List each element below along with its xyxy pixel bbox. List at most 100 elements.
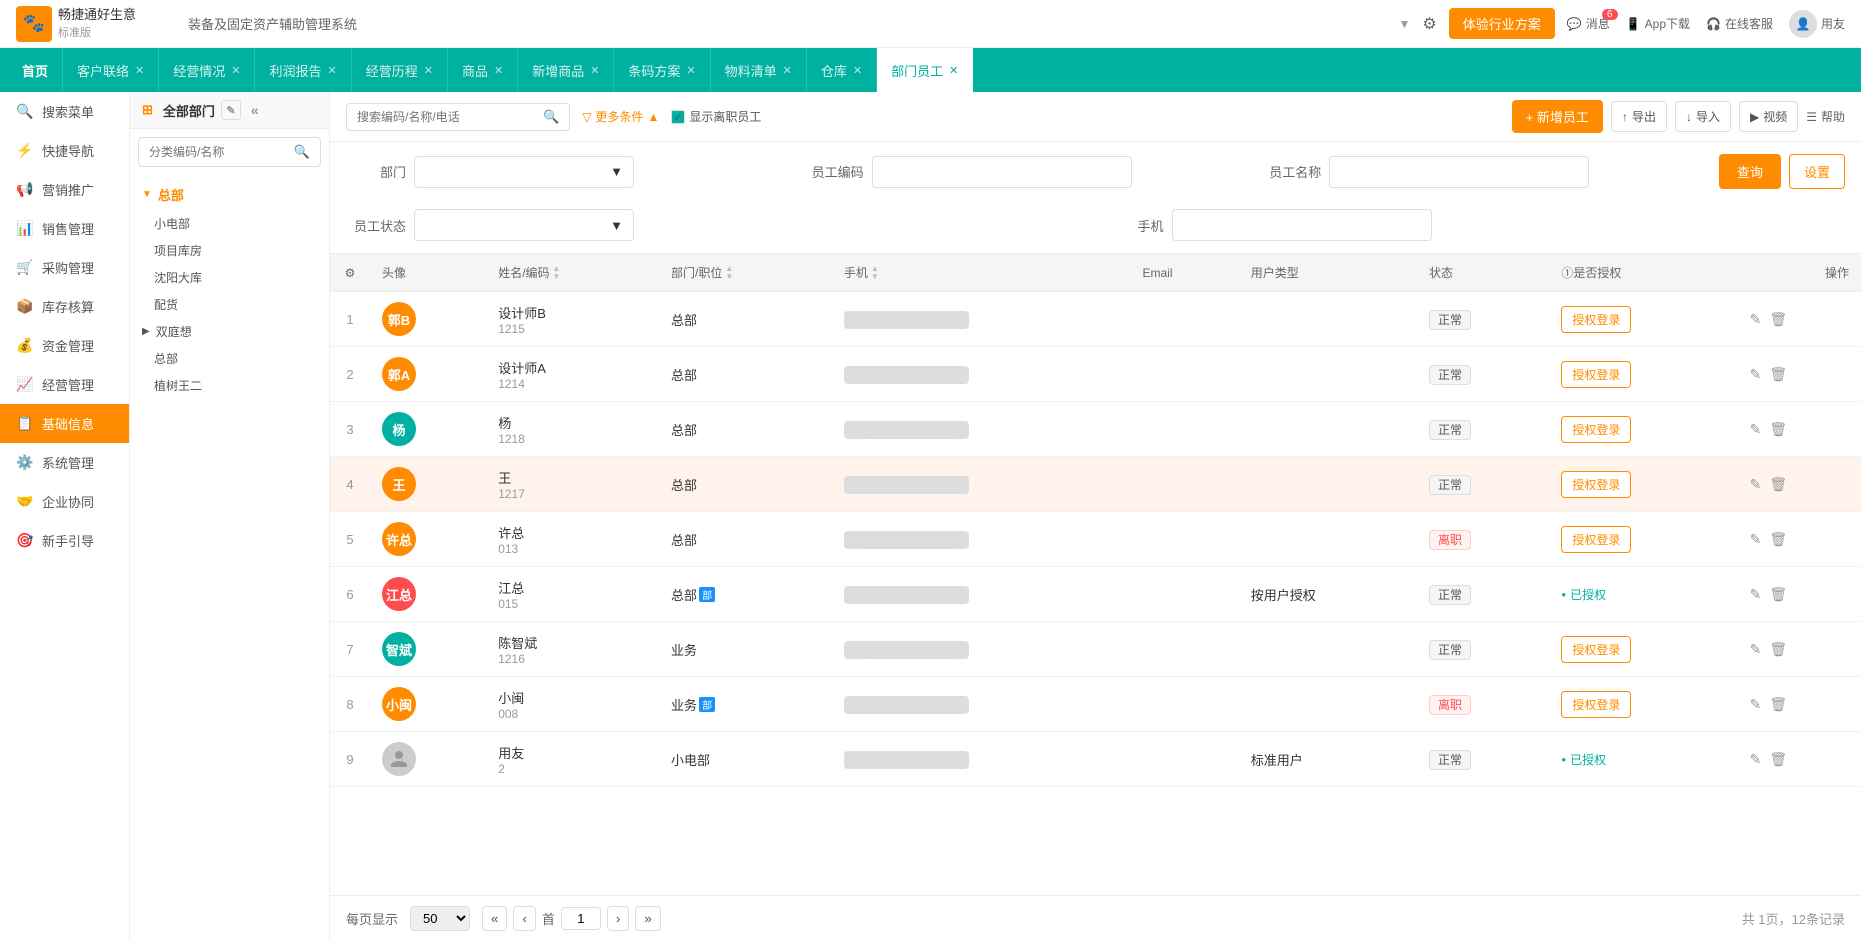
close-icon[interactable]: ✕: [424, 64, 433, 77]
sidebar-item-finance[interactable]: 💰 资金管理: [0, 326, 129, 365]
sidebar-item-guide[interactable]: 🎯 新手引导: [0, 521, 129, 560]
edit-dept-icon[interactable]: ✎: [221, 100, 241, 120]
close-icon[interactable]: ✕: [686, 64, 695, 77]
tab-warehouse[interactable]: 仓库 ✕: [807, 48, 877, 92]
query-button[interactable]: 查询: [1719, 154, 1781, 189]
authorize-button[interactable]: 授权登录: [1561, 471, 1631, 498]
dept-item-xiaodian[interactable]: 小电部: [130, 210, 329, 237]
filter-input-phone[interactable]: [1172, 209, 1432, 241]
sidebar-item-sales[interactable]: 📊 销售管理: [0, 209, 129, 248]
close-icon[interactable]: ✕: [494, 64, 503, 77]
edit-icon[interactable]: ✎: [1750, 751, 1762, 768]
delete-icon[interactable]: 🗑: [1769, 751, 1787, 768]
first-page-button[interactable]: «: [482, 906, 507, 931]
delete-icon[interactable]: 🗑: [1769, 421, 1787, 438]
delete-icon[interactable]: 🗑: [1769, 696, 1787, 713]
view-button[interactable]: ▶ 视频: [1739, 101, 1798, 132]
close-icon[interactable]: ✕: [328, 64, 337, 77]
tab-barcode[interactable]: 条码方案 ✕: [614, 48, 710, 92]
delete-icon[interactable]: 🗑: [1769, 311, 1787, 328]
filter-input-emp-name[interactable]: [1329, 156, 1589, 188]
authorize-button[interactable]: 授权登录: [1561, 636, 1631, 663]
close-icon[interactable]: ✕: [135, 64, 144, 77]
authorize-button[interactable]: 授权登录: [1561, 691, 1631, 718]
dept-item-zhishu[interactable]: 植树王二: [130, 372, 329, 399]
col-name[interactable]: 姓名/编码 ▲▼: [486, 254, 659, 292]
dept-item-project[interactable]: 项目库房: [130, 237, 329, 264]
edit-icon[interactable]: ✎: [1750, 476, 1762, 493]
page-number-input[interactable]: [561, 907, 601, 930]
import-button[interactable]: ↓ 导入: [1675, 101, 1731, 132]
authorize-button[interactable]: 授权登录: [1561, 526, 1631, 553]
close-icon[interactable]: ✕: [231, 64, 240, 77]
edit-icon[interactable]: ✎: [1750, 531, 1762, 548]
tab-goods[interactable]: 商品 ✕: [448, 48, 518, 92]
add-employee-button[interactable]: + 新增员工: [1512, 100, 1603, 133]
sidebar-item-inventory[interactable]: 📦 库存核算: [0, 287, 129, 326]
close-icon[interactable]: ✕: [590, 64, 599, 77]
authorize-button[interactable]: 授权登录: [1561, 306, 1631, 333]
dept-search-box[interactable]: 🔍: [138, 137, 321, 167]
prev-page-button[interactable]: ‹: [513, 906, 535, 931]
tab-add-goods[interactable]: 新增商品 ✕: [518, 48, 614, 92]
dept-item-zongbu2[interactable]: 总部: [130, 345, 329, 372]
filter-select-status[interactable]: ▼: [414, 209, 634, 241]
tab-customer[interactable]: 客户联络 ✕: [63, 48, 159, 92]
sidebar-item-marketing[interactable]: 📢 营销推广: [0, 170, 129, 209]
page-size-select[interactable]: 50 10 20 100: [410, 906, 470, 931]
delete-icon[interactable]: 🗑: [1769, 366, 1787, 383]
more-conditions-btn[interactable]: ▽ 更多条件 ▲: [582, 108, 659, 125]
search-input[interactable]: [357, 110, 537, 124]
close-icon[interactable]: ✕: [949, 64, 958, 77]
edit-icon[interactable]: ✎: [1750, 696, 1762, 713]
authorize-button[interactable]: 授权登录: [1561, 361, 1631, 388]
authorize-button[interactable]: 授权登录: [1561, 416, 1631, 443]
delete-icon[interactable]: 🗑: [1769, 531, 1787, 548]
sidebar-item-search[interactable]: 🔍 搜索菜单: [0, 92, 129, 131]
sidebar-item-system[interactable]: ⚙️ 系统管理: [0, 443, 129, 482]
edit-icon[interactable]: ✎: [1750, 641, 1762, 658]
edit-icon[interactable]: ✎: [1750, 421, 1762, 438]
column-settings[interactable]: ☰ 帮助: [1806, 108, 1845, 125]
try-btn[interactable]: 体验行业方案: [1449, 8, 1555, 39]
tab-profit[interactable]: 利润报告 ✕: [255, 48, 351, 92]
dept-parent-zongbu[interactable]: ▼ 总部: [130, 179, 329, 210]
close-icon[interactable]: ✕: [853, 64, 862, 77]
col-dept[interactable]: 部门/职位 ▲▼: [659, 254, 832, 292]
delete-icon[interactable]: 🗑: [1769, 476, 1787, 493]
last-page-button[interactable]: »: [635, 906, 660, 931]
sidebar-item-purchase[interactable]: 🛒 采购管理: [0, 248, 129, 287]
settings-icon[interactable]: ⚙: [1422, 14, 1436, 34]
delete-icon[interactable]: 🗑: [1769, 586, 1787, 603]
dept-item-peihuo[interactable]: 配货: [130, 291, 329, 318]
message-icon-item[interactable]: 💬 6 消息: [1567, 15, 1610, 32]
col-settings[interactable]: ⚙: [330, 254, 370, 292]
edit-icon[interactable]: ✎: [1750, 586, 1762, 603]
sidebar-item-basic[interactable]: 📋 基础信息: [0, 404, 129, 443]
export-button[interactable]: ↑ 导出: [1611, 101, 1667, 132]
sidebar-item-operation[interactable]: 📈 经营管理: [0, 365, 129, 404]
tab-department[interactable]: 部门员工 ✕: [877, 48, 973, 92]
edit-icon[interactable]: ✎: [1750, 366, 1762, 383]
search-field[interactable]: 🔍: [346, 103, 570, 131]
set-button[interactable]: 设置: [1789, 154, 1845, 189]
tab-home[interactable]: 首页: [8, 48, 63, 92]
next-page-button[interactable]: ›: [607, 906, 629, 931]
collapse-panel-icon[interactable]: «: [247, 102, 263, 118]
sidebar-item-collab[interactable]: 🤝 企业协同: [0, 482, 129, 521]
col-phone[interactable]: 手机 ▲▼: [832, 254, 1131, 292]
dept-item-shenyang[interactable]: 沈阳大库: [130, 264, 329, 291]
delete-icon[interactable]: 🗑: [1769, 641, 1787, 658]
app-download-item[interactable]: 📱 App下载: [1626, 15, 1690, 32]
dept-search-input[interactable]: [149, 145, 288, 159]
tab-bom[interactable]: 物料清单 ✕: [711, 48, 807, 92]
sidebar-item-quick-nav[interactable]: ⚡ 快捷导航: [0, 131, 129, 170]
filter-input-emp-code[interactable]: [872, 156, 1132, 188]
tab-operation[interactable]: 经营情况 ✕: [159, 48, 255, 92]
online-service-item[interactable]: 🎧 在线客服: [1706, 15, 1773, 32]
user-item[interactable]: 👤 用友: [1789, 10, 1845, 38]
close-icon[interactable]: ✕: [783, 64, 792, 77]
tab-history[interactable]: 经营历程 ✕: [352, 48, 448, 92]
dropdown-arrow-icon[interactable]: ▼: [1398, 17, 1410, 31]
dept-item-shuangtingxiang[interactable]: ▶ 双庭想: [130, 318, 329, 345]
